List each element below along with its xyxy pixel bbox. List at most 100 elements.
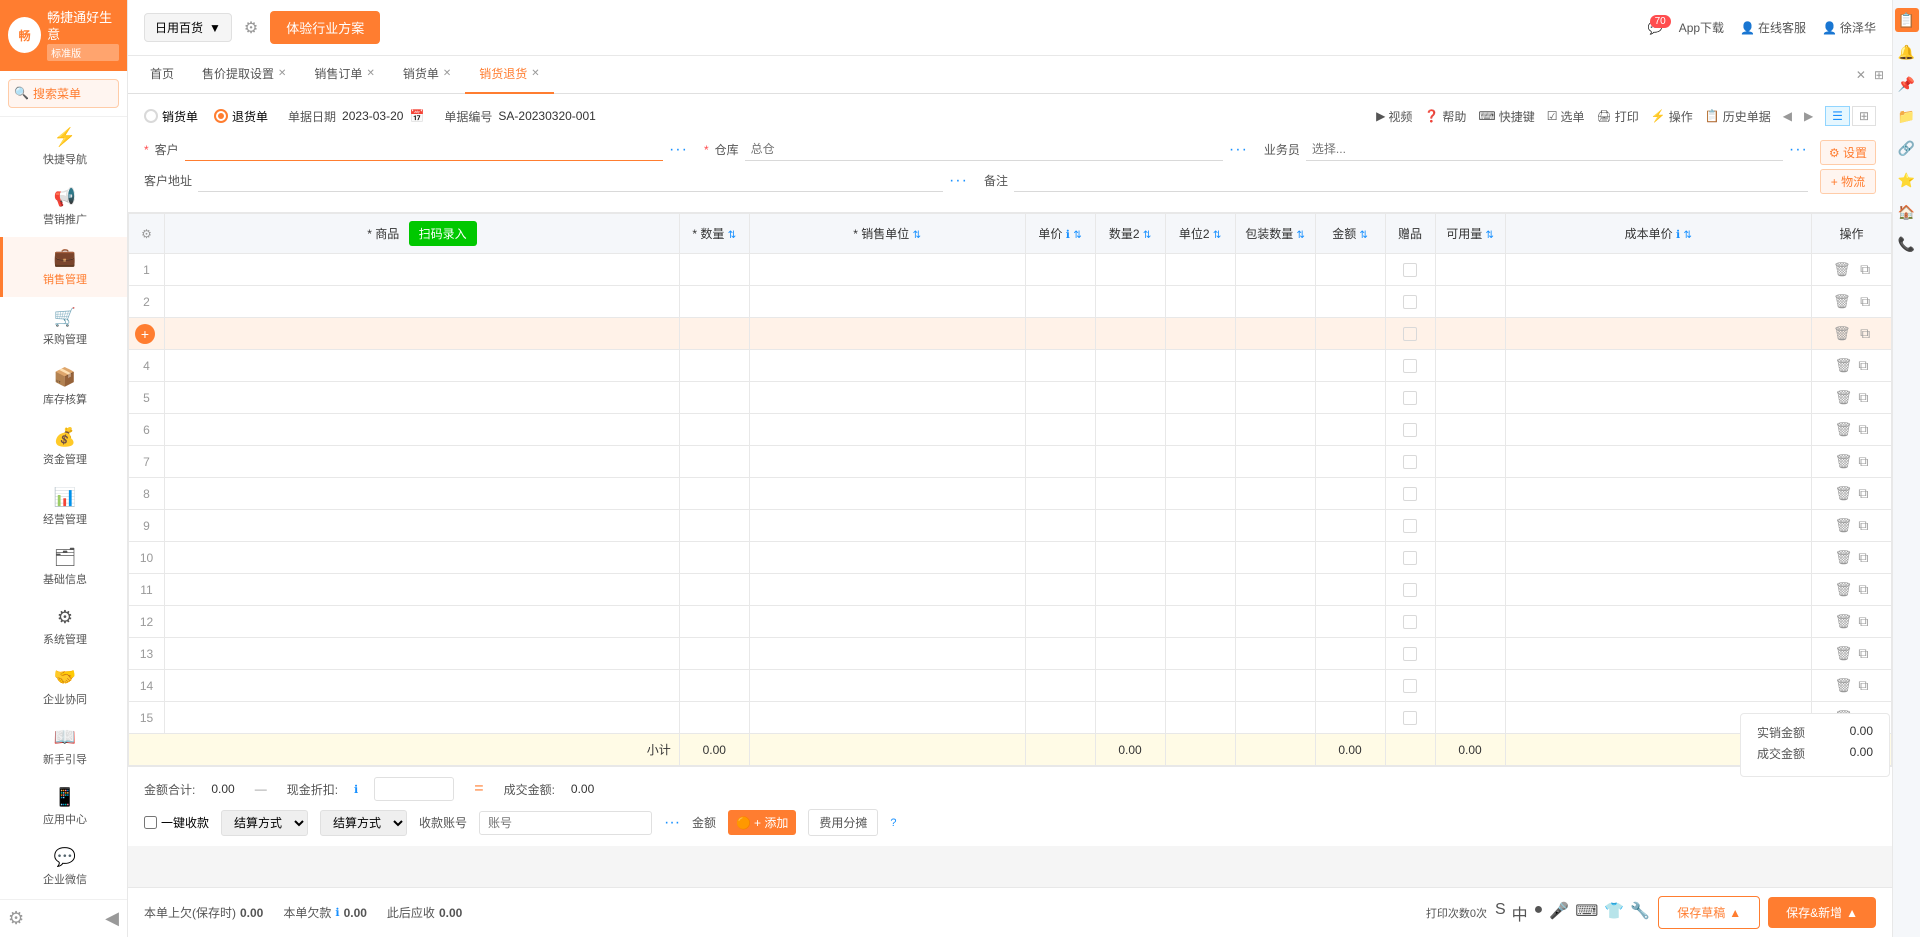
sidebar-item-enterprise[interactable]: 🤝 企业协同 [0, 657, 127, 717]
copy-row-btn[interactable]: ⧉ [1855, 612, 1871, 631]
tab-price-extract-close[interactable]: ✕ [278, 55, 286, 93]
qty-cell[interactable] [679, 254, 749, 286]
shortcut-btn[interactable]: ⌨ 快捷键 [1478, 108, 1534, 125]
tool1-icon[interactable]: 中 [1512, 901, 1528, 925]
tab-sales-order[interactable]: 销售订单 ✕ [300, 56, 388, 94]
qty-cell[interactable] [679, 318, 749, 350]
tab-sales-invoice-close[interactable]: ✕ [443, 55, 451, 93]
sidebar-item-sales[interactable]: 💼 销售管理 [0, 237, 127, 297]
gift-checkbox[interactable] [1403, 359, 1417, 373]
tool3-icon[interactable]: 🎤 [1549, 901, 1569, 925]
amount-cell[interactable] [1315, 286, 1385, 318]
gift-checkbox[interactable] [1403, 519, 1417, 533]
operate-btn[interactable]: ⚡ 操作 [1651, 108, 1693, 125]
sidebar-item-finance[interactable]: 💰 资金管理 [0, 417, 127, 477]
radio-return[interactable]: 退货单 [214, 108, 268, 125]
copy-row-btn[interactable]: ⧉ [1857, 260, 1873, 279]
copy-row-btn[interactable]: ⧉ [1855, 516, 1871, 535]
unit-cell[interactable] [749, 318, 1025, 350]
right-icon-home[interactable]: 🏠 [1895, 200, 1919, 224]
scan-btn[interactable]: 扫码录入 [409, 221, 477, 246]
right-icon-notification[interactable]: 🔔 [1895, 40, 1919, 64]
packqty-cell[interactable] [1235, 254, 1315, 286]
print-btn[interactable]: 🖨 打印 [1597, 108, 1639, 125]
address-select-btn[interactable]: ··· [949, 172, 968, 190]
gift-checkbox[interactable] [1403, 327, 1417, 341]
sidebar-item-inventory[interactable]: 📦 库存核算 [0, 357, 127, 417]
history-btn[interactable]: 📋 历史单据 [1705, 108, 1771, 125]
qty-cell[interactable] [679, 286, 749, 318]
gift-checkbox[interactable] [1403, 391, 1417, 405]
copy-row-btn[interactable]: ⧉ [1855, 548, 1871, 567]
tab-price-extract[interactable]: 售价提取设置 ✕ [188, 56, 300, 94]
sidebar-item-appstore[interactable]: 📱 应用中心 [0, 777, 127, 837]
address-input[interactable] [198, 169, 943, 192]
delete-row-btn[interactable]: 🗑 [1832, 388, 1856, 407]
gift-checkbox[interactable] [1403, 551, 1417, 565]
price-info-icon[interactable]: ℹ [1066, 229, 1070, 241]
delete-row-btn[interactable]: 🗑 [1832, 580, 1856, 599]
help-btn[interactable]: ❓ 帮助 [1424, 108, 1466, 125]
right-icon-folder[interactable]: 📁 [1895, 104, 1919, 128]
gift-checkbox[interactable] [1403, 487, 1417, 501]
unit-cell[interactable] [749, 254, 1025, 286]
goods-cell[interactable] [165, 286, 680, 318]
one-click-checkbox[interactable] [144, 816, 157, 829]
available-cell[interactable] [1435, 318, 1505, 350]
tool6-icon[interactable]: 🔧 [1630, 901, 1650, 925]
right-icon-pin[interactable]: 📌 [1895, 72, 1919, 96]
gift-checkbox[interactable] [1403, 583, 1417, 597]
view-grid-btn[interactable]: ⊞ [1852, 106, 1876, 126]
tab-sales-order-close[interactable]: ✕ [366, 55, 374, 93]
warehouse-select-btn[interactable]: ··· [1229, 141, 1248, 159]
tab-sales-return[interactable]: 销货退货 ✕ [465, 56, 553, 94]
unit-cell[interactable] [749, 286, 1025, 318]
delete-row-btn[interactable]: 🗑 [1832, 612, 1856, 631]
save-draft-button[interactable]: 保存草稿 ▲ [1658, 896, 1760, 929]
copy-row-btn[interactable]: ⧉ [1855, 676, 1871, 695]
save-new-button[interactable]: 保存&新增 ▲ [1768, 897, 1876, 928]
search-menu-button[interactable]: 🔍 搜索菜单 [8, 79, 119, 108]
delete-row-btn[interactable]: 🗑 [1830, 292, 1854, 311]
staff-select-btn[interactable]: ··· [1789, 141, 1808, 159]
packqty-cell[interactable] [1235, 286, 1315, 318]
gift-cell[interactable] [1385, 318, 1435, 350]
discount-info-icon[interactable]: ℹ [354, 783, 358, 796]
note-input[interactable] [1014, 169, 1808, 192]
tool2-icon[interactable]: ● [1534, 901, 1544, 925]
gift-checkbox[interactable] [1403, 423, 1417, 437]
price-cell[interactable] [1025, 318, 1095, 350]
delete-row-btn[interactable]: 🗑 [1832, 676, 1856, 695]
message-badge[interactable]: 💬 70 [1648, 21, 1663, 35]
price-cell[interactable] [1025, 286, 1095, 318]
column-settings-icon[interactable]: ⚙ [141, 227, 152, 241]
copy-row-btn[interactable]: ⧉ [1855, 420, 1871, 439]
goods-input[interactable] [171, 327, 673, 341]
cost-cell[interactable] [1505, 286, 1811, 318]
one-click-pay-checkbox[interactable]: 一键收款 [144, 814, 209, 831]
settings-button[interactable]: ⚙ 设置 [1820, 140, 1876, 165]
delete-row-btn[interactable]: 🗑 [1832, 420, 1856, 439]
discount-input[interactable] [374, 777, 454, 801]
delete-row-btn[interactable]: 🗑 [1832, 516, 1856, 535]
tab-expand-icon[interactable]: ⊞ [1874, 68, 1884, 82]
sidebar-item-purchase[interactable]: 🛒 采购管理 [0, 297, 127, 357]
gift-cell[interactable] [1385, 254, 1435, 286]
cost-cell[interactable] [1505, 254, 1811, 286]
account-input[interactable] [479, 811, 652, 835]
unit2-cell[interactable] [1165, 254, 1235, 286]
unit2-cell[interactable] [1165, 318, 1235, 350]
sidebar-item-operations[interactable]: 📊 经营管理 [0, 477, 127, 537]
video-btn[interactable]: ▶ 视频 [1376, 108, 1412, 125]
sidebar-item-shortcut[interactable]: ⚡ 快捷导航 [0, 117, 127, 177]
delete-row-btn[interactable]: 🗑 [1832, 644, 1856, 663]
add-row-button[interactable]: + [135, 324, 155, 344]
amount-cell[interactable] [1315, 254, 1385, 286]
next-record-icon[interactable]: ▶ [1804, 109, 1813, 123]
calc-method-select[interactable]: 结算方式 [320, 810, 407, 836]
gift-checkbox[interactable] [1403, 615, 1417, 629]
gift-checkbox[interactable] [1403, 679, 1417, 693]
delete-row-btn[interactable]: 🗑 [1832, 484, 1856, 503]
goods-cell-active[interactable] [165, 318, 680, 350]
delete-row-btn[interactable]: 🗑 [1832, 452, 1856, 471]
